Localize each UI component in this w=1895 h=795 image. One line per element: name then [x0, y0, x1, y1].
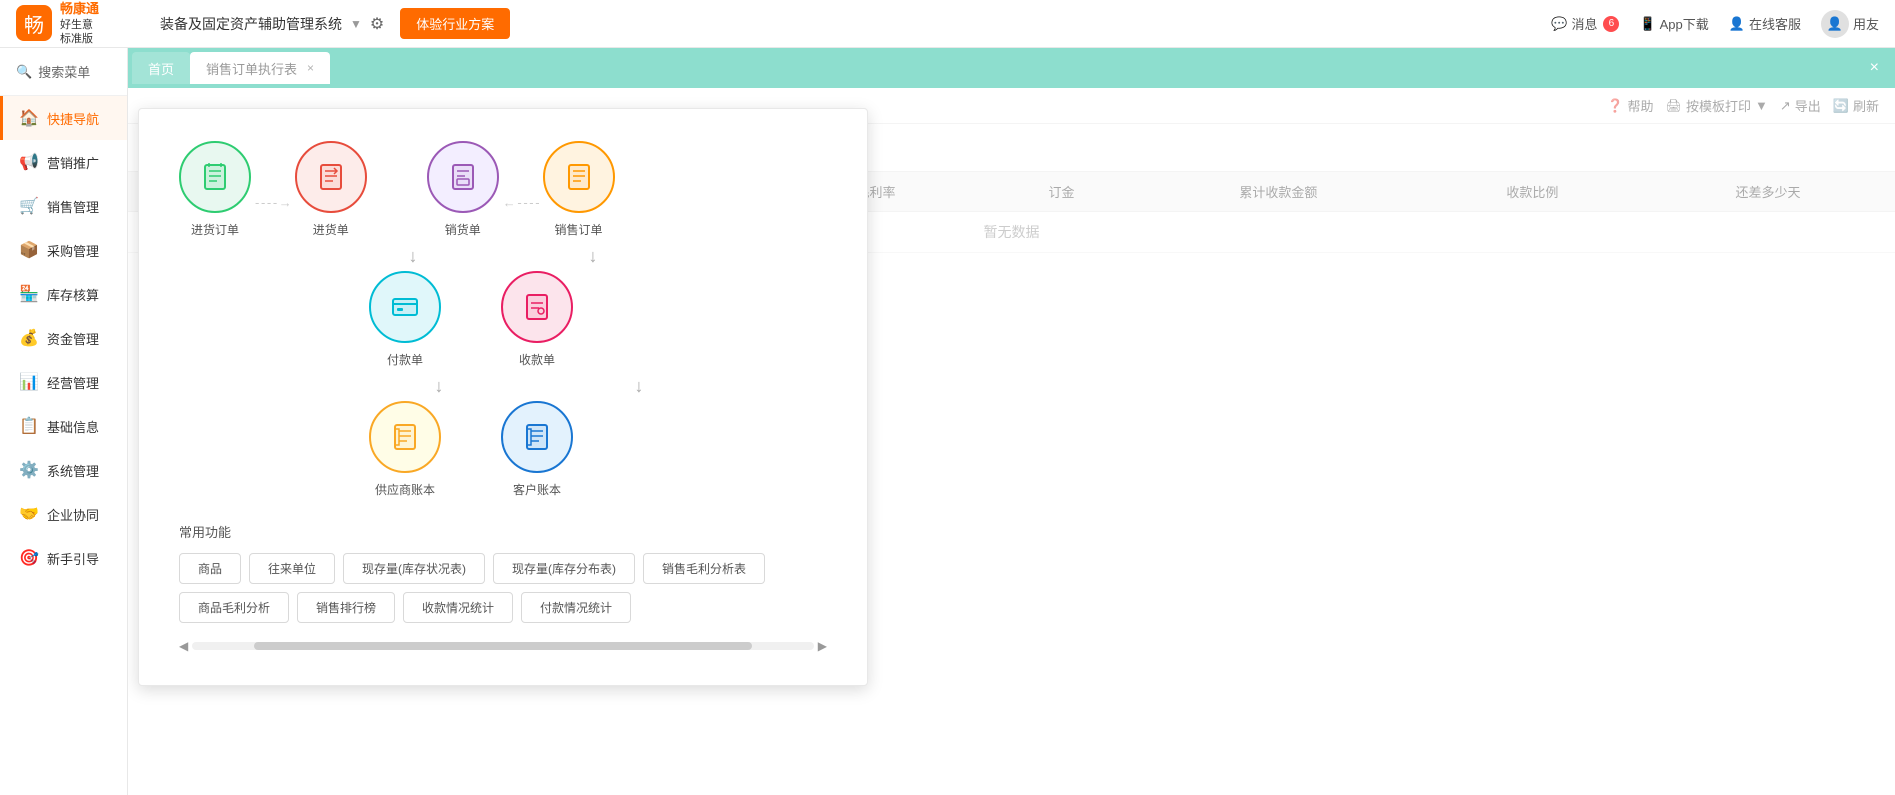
func-btn-7[interactable]: 收款情况统计 [403, 592, 513, 623]
scrollbar-track[interactable] [192, 642, 814, 650]
purchase-bill-icon [295, 141, 367, 213]
flow-node-supplier-ledger[interactable]: 供应商账本 [369, 401, 441, 498]
func-btn-2[interactable]: 现存量(库存状况表) [343, 553, 485, 584]
sidebar-item-marketing[interactable]: 📢 营销推广 [0, 140, 127, 184]
sidebar-item-sales[interactable]: 🛒 销售管理 [0, 184, 127, 228]
app-logo-text: 畅康通 好生意 标准版 [60, 1, 99, 46]
message-badge: 6 [1603, 16, 1619, 32]
scroll-left-button[interactable]: ◀ [179, 639, 188, 653]
search-icon: 🔍 [16, 64, 32, 80]
func-btn-8[interactable]: 付款情况统计 [521, 592, 631, 623]
basic-icon: 📋 [19, 416, 39, 436]
flow-node-receipt[interactable]: 收款单 [501, 271, 573, 368]
common-functions-title: 常用功能 [179, 522, 827, 541]
service-icon: 👤 [1729, 16, 1745, 32]
func-btn-5[interactable]: 商品毛利分析 [179, 592, 289, 623]
avatar: 👤 [1821, 10, 1849, 38]
sales-order-label: 销售订单 [555, 221, 603, 238]
purchase-icon: 📦 [19, 240, 39, 260]
marketing-icon: 📢 [19, 152, 39, 172]
common-functions-section: 常用功能 商品往来单位现存量(库存状况表)现存量(库存分布表)销售毛利分析表商品… [179, 522, 827, 623]
payment-icon [369, 271, 441, 343]
customer-ledger-icon [501, 401, 573, 473]
flow-node-purchase-order[interactable]: 进货订单 [179, 141, 251, 238]
flow-node-purchase-bill[interactable]: 进货单 [295, 141, 367, 238]
app-download-button[interactable]: 📱 App下载 [1639, 14, 1708, 33]
message-button[interactable]: 💬 消息 6 [1551, 14, 1619, 33]
receipt-icon [501, 271, 573, 343]
sidebar-item-purchase[interactable]: 📦 采购管理 [0, 228, 127, 272]
sales-bill-label: 销货单 [445, 221, 481, 238]
sales-bill-icon [427, 141, 499, 213]
supplier-ledger-label: 供应商账本 [375, 481, 435, 498]
purchase-order-label: 进货订单 [191, 221, 239, 238]
sidebar-item-finance[interactable]: 💰 资金管理 [0, 316, 127, 360]
download-icon: 📱 [1639, 16, 1655, 32]
flow-node-sales-bill[interactable]: 销货单 [427, 141, 499, 238]
func-btn-3[interactable]: 现存量(库存分布表) [493, 553, 635, 584]
operations-icon: 📊 [19, 372, 39, 392]
sidebar-item-inventory[interactable]: 🏪 库存核算 [0, 272, 127, 316]
inventory-icon: 🏪 [19, 284, 39, 304]
flow-node-payment[interactable]: 付款单 [369, 271, 441, 368]
system-dropdown-arrow[interactable]: ▼ [350, 17, 362, 31]
sidebar-item-newbie[interactable]: 🎯 新手引导 [0, 536, 127, 580]
purchase-bill-label: 进货单 [313, 221, 349, 238]
message-icon: 💬 [1551, 16, 1567, 32]
receipt-label: 收款单 [519, 351, 555, 368]
customer-ledger-label: 客户账本 [513, 481, 561, 498]
modal-overlay: 进货订单 - - - - → 进货单 [128, 48, 1895, 795]
finance-icon: 💰 [19, 328, 39, 348]
sidebar-item-quick[interactable]: 🏠 快捷导航 [0, 96, 127, 140]
sidebar-nav: 🏠 快捷导航 📢 营销推广 🛒 销售管理 📦 采购管理 🏪 库存核 [0, 96, 127, 795]
purchase-order-icon [179, 141, 251, 213]
func-btn-0[interactable]: 商品 [179, 553, 241, 584]
user-menu[interactable]: 👤 用友 [1821, 10, 1879, 38]
sales-order-icon [543, 141, 615, 213]
app-logo-icon: 畅 [16, 5, 52, 41]
home-icon: 🏠 [19, 108, 39, 128]
sidebar-item-operations[interactable]: 📊 经营管理 [0, 360, 127, 404]
settings-icon[interactable]: ⚙ [370, 14, 384, 34]
sidebar-item-basic[interactable]: 📋 基础信息 [0, 404, 127, 448]
system-icon: ⚙️ [19, 460, 39, 480]
flow-node-sales-order[interactable]: 销售订单 [543, 141, 615, 238]
flow-node-customer-ledger[interactable]: 客户账本 [501, 401, 573, 498]
scroll-right-button[interactable]: ▶ [818, 639, 827, 653]
sidebar-item-enterprise[interactable]: 🤝 企业协同 [0, 492, 127, 536]
flow-modal: 进货订单 - - - - → 进货单 [138, 108, 868, 686]
payment-label: 付款单 [387, 351, 423, 368]
scrollbar-thumb[interactable] [254, 642, 751, 650]
func-btn-6[interactable]: 销售排行榜 [297, 592, 395, 623]
sales-icon: 🛒 [19, 196, 39, 216]
enterprise-icon: 🤝 [19, 504, 39, 524]
func-buttons-row: 商品往来单位现存量(库存状况表) 现存量(库存分布表) 销售毛利分析表商品毛利分析销… [179, 553, 827, 623]
func-btn-4[interactable]: 销售毛利分析表 [643, 553, 765, 584]
arrow-h-2: ← - - - - [499, 195, 543, 210]
arrow-h-1: - - - - → [251, 195, 295, 210]
func-btn-1[interactable]: 往来单位 [249, 553, 335, 584]
newbie-icon: 🎯 [19, 548, 39, 568]
online-service-button[interactable]: 👤 在线客服 [1729, 14, 1801, 33]
system-title: 装备及固定资产辅助管理系统 ▼ [160, 14, 362, 34]
modal-scrollbar-row: ◀ ▶ [179, 639, 827, 653]
supplier-ledger-icon [369, 401, 441, 473]
sidebar-search-area[interactable]: 🔍 搜索菜单 [0, 48, 127, 96]
sidebar-item-system[interactable]: ⚙️ 系统管理 [0, 448, 127, 492]
trial-button[interactable]: 体验行业方案 [400, 8, 510, 39]
